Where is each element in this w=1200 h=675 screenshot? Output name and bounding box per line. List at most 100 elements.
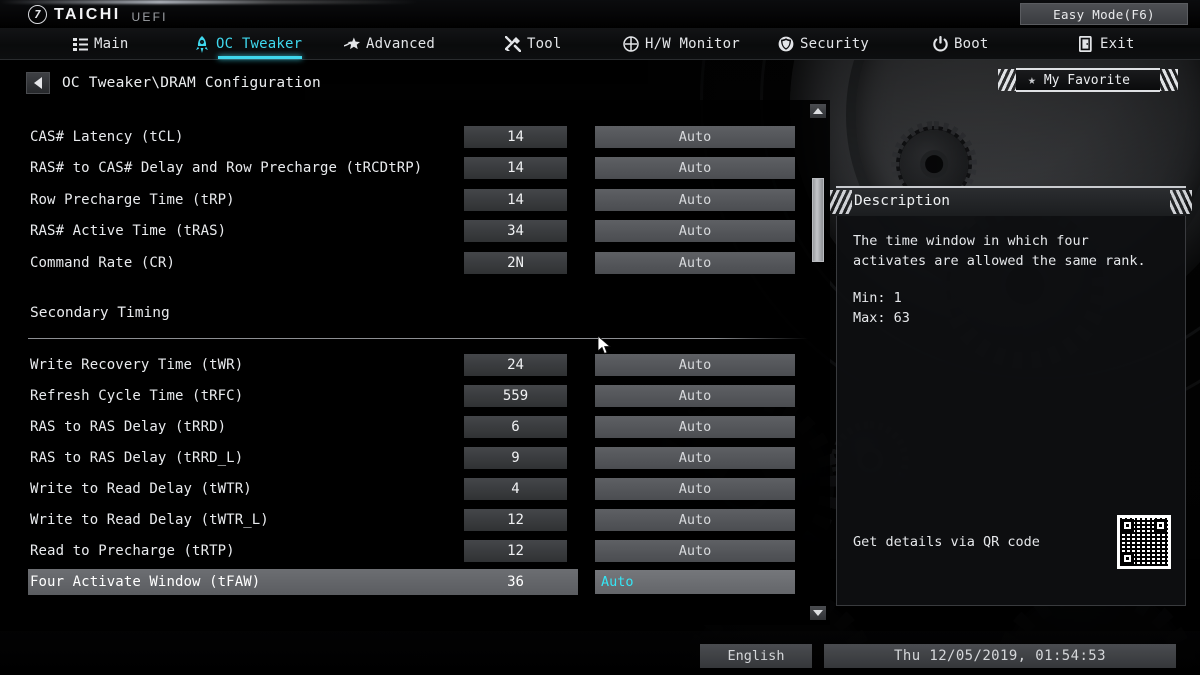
brand-name: TAICHI bbox=[54, 5, 121, 23]
easy-mode-button[interactable]: Easy Mode(F6) bbox=[1020, 3, 1188, 25]
qr-eye-top-right bbox=[1154, 519, 1167, 532]
qr-code-row: Get details via QR code bbox=[853, 515, 1171, 569]
setting-row[interactable]: CAS# Latency (tCL) 14 Auto bbox=[0, 124, 806, 150]
setting-value-field[interactable]: 14 bbox=[464, 157, 567, 179]
setting-label: CAS# Latency (tCL) bbox=[30, 129, 184, 145]
qr-eye-bottom-left bbox=[1121, 552, 1134, 565]
setting-value-field[interactable]: 12 bbox=[464, 509, 567, 531]
uefi-bios-screen: 7 TAICHI UEFI Easy Mode(F6) Main OC Tweak… bbox=[0, 0, 1200, 675]
setting-option-dropdown[interactable]: Auto bbox=[595, 509, 795, 531]
setting-row-selected[interactable]: Four Activate Window (tFAW) 36 Auto bbox=[0, 569, 806, 595]
gauge-icon bbox=[623, 36, 639, 52]
title-bar: 7 TAICHI UEFI Easy Mode(F6) bbox=[0, 0, 1200, 28]
qr-code-icon bbox=[1117, 515, 1171, 569]
header-glow bbox=[0, 0, 420, 4]
nav-tab-advanced[interactable]: Advanced bbox=[344, 28, 435, 60]
setting-row[interactable]: Refresh Cycle Time (tRFC) 559 Auto bbox=[0, 383, 806, 409]
list-icon bbox=[72, 36, 88, 52]
setting-label: RAS to RAS Delay (tRRD_L) bbox=[30, 450, 244, 466]
main-nav-bar: Main OC Tweaker Advanced Tool H/W Monitor Sec… bbox=[0, 28, 1200, 60]
setting-option-dropdown[interactable]: Auto bbox=[595, 570, 795, 594]
taichi-logo-icon: 7 bbox=[28, 5, 47, 24]
triangle-up bbox=[813, 108, 823, 114]
language-button[interactable]: English bbox=[700, 644, 812, 668]
setting-label: Write to Read Delay (tWTR_L) bbox=[30, 512, 269, 528]
setting-row[interactable]: Command Rate (CR) 2N Auto bbox=[0, 250, 806, 276]
setting-label: Read to Precharge (tRTP) bbox=[30, 543, 235, 559]
nav-tab-boot[interactable]: Boot bbox=[932, 28, 989, 60]
qr-code-label: Get details via QR code bbox=[853, 534, 1040, 550]
setting-option-dropdown[interactable]: Auto bbox=[595, 354, 795, 376]
description-header: Description bbox=[830, 186, 1192, 216]
description-min-value: Min: 1 bbox=[853, 290, 902, 307]
star-icon: ★ bbox=[1028, 72, 1036, 88]
description-max-value: Max: 63 bbox=[853, 309, 910, 326]
shield-icon bbox=[778, 36, 794, 52]
my-favorite-label: My Favorite bbox=[1043, 72, 1130, 88]
nav-tab-main[interactable]: Main bbox=[72, 28, 129, 60]
nav-tab-label: Advanced bbox=[366, 36, 436, 52]
nav-tab-label: Tool bbox=[527, 36, 562, 52]
brand: 7 TAICHI UEFI bbox=[28, 5, 168, 24]
qr-eye-top-left bbox=[1121, 519, 1134, 532]
setting-row[interactable]: RAS# to CAS# Delay and Row Precharge (tR… bbox=[0, 155, 806, 181]
setting-row[interactable]: RAS# Active Time (tRAS) 34 Auto bbox=[0, 218, 806, 244]
setting-row[interactable]: Write to Read Delay (tWTR_L) 12 Auto bbox=[0, 507, 806, 533]
setting-label: Four Activate Window (tFAW) bbox=[30, 574, 261, 590]
mouse-pointer-icon bbox=[598, 336, 612, 355]
scroll-down-arrow-icon[interactable] bbox=[810, 606, 826, 620]
setting-option-dropdown[interactable]: Auto bbox=[595, 126, 795, 148]
back-arrow-icon bbox=[34, 77, 42, 89]
system-datetime: Thu 12/05/2019, 01:54:53 bbox=[824, 644, 1176, 668]
nav-tab-label: Exit bbox=[1100, 36, 1135, 52]
setting-value-field[interactable]: 14 bbox=[464, 126, 567, 148]
power-icon bbox=[932, 36, 948, 52]
setting-option-dropdown[interactable]: Auto bbox=[595, 385, 795, 407]
setting-value-field[interactable]: 559 bbox=[464, 385, 567, 407]
setting-row[interactable]: Read to Precharge (tRTP) 12 Auto bbox=[0, 538, 806, 564]
setting-value-field[interactable]: 2N bbox=[464, 252, 567, 274]
setting-row[interactable]: RAS to RAS Delay (tRRD_L) 9 Auto bbox=[0, 445, 806, 471]
nav-tab-h-w-monitor[interactable]: H/W Monitor bbox=[623, 28, 740, 60]
setting-option-dropdown[interactable]: Auto bbox=[595, 189, 795, 211]
settings-list: CAS# Latency (tCL) 14 Auto RAS# to CAS# Del… bbox=[0, 110, 808, 610]
setting-label: Refresh Cycle Time (tRFC) bbox=[30, 388, 244, 404]
section-heading: Secondary Timing bbox=[30, 305, 170, 321]
setting-value-field[interactable]: 4 bbox=[464, 478, 567, 500]
setting-value-field[interactable]: 36 bbox=[464, 569, 567, 595]
brand-subtitle: UEFI bbox=[131, 9, 168, 24]
setting-value-field[interactable]: 6 bbox=[464, 416, 567, 438]
setting-value-field[interactable]: 34 bbox=[464, 220, 567, 242]
exit-icon bbox=[1078, 36, 1094, 52]
nav-tab-security[interactable]: Security bbox=[778, 28, 869, 60]
nav-tab-tool[interactable]: Tool bbox=[505, 28, 562, 60]
triangle-down bbox=[813, 610, 823, 616]
setting-value-field[interactable]: 12 bbox=[464, 540, 567, 562]
setting-value-field[interactable]: 14 bbox=[464, 189, 567, 211]
nav-tab-exit[interactable]: Exit bbox=[1078, 28, 1135, 60]
setting-value-field[interactable]: 24 bbox=[464, 354, 567, 376]
my-favorite-button[interactable]: ★ My Favorite bbox=[998, 68, 1178, 92]
setting-value-field[interactable]: 9 bbox=[464, 447, 567, 469]
setting-option-dropdown[interactable]: Auto bbox=[595, 478, 795, 500]
nav-tab-oc-tweaker[interactable]: OC Tweaker bbox=[194, 28, 303, 60]
setting-option-dropdown[interactable]: Auto bbox=[595, 252, 795, 274]
breadcrumb-path: OC Tweaker\DRAM Configuration bbox=[62, 75, 321, 91]
setting-option-dropdown[interactable]: Auto bbox=[595, 220, 795, 242]
setting-row[interactable]: Row Precharge Time (tRP) 14 Auto bbox=[0, 187, 806, 213]
scrollbar-thumb[interactable] bbox=[812, 178, 824, 262]
setting-label: RAS# to CAS# Delay and Row Precharge (tR… bbox=[30, 160, 423, 176]
setting-label: Write Recovery Time (tWR) bbox=[30, 357, 244, 373]
setting-row[interactable]: Write Recovery Time (tWR) 24 Auto bbox=[0, 352, 806, 378]
setting-row[interactable]: RAS to RAS Delay (tRRD) 6 Auto bbox=[0, 414, 806, 440]
back-button[interactable] bbox=[26, 72, 50, 94]
nav-tab-label: H/W Monitor bbox=[645, 36, 740, 52]
description-title: Description bbox=[854, 193, 951, 209]
setting-row[interactable]: Write to Read Delay (tWTR) 4 Auto bbox=[0, 476, 806, 502]
settings-scrollbar[interactable] bbox=[810, 104, 826, 620]
setting-option-dropdown[interactable]: Auto bbox=[595, 416, 795, 438]
setting-option-dropdown[interactable]: Auto bbox=[595, 540, 795, 562]
setting-option-dropdown[interactable]: Auto bbox=[595, 157, 795, 179]
setting-option-dropdown[interactable]: Auto bbox=[595, 447, 795, 469]
setting-label: RAS# Active Time (tRAS) bbox=[30, 223, 227, 239]
